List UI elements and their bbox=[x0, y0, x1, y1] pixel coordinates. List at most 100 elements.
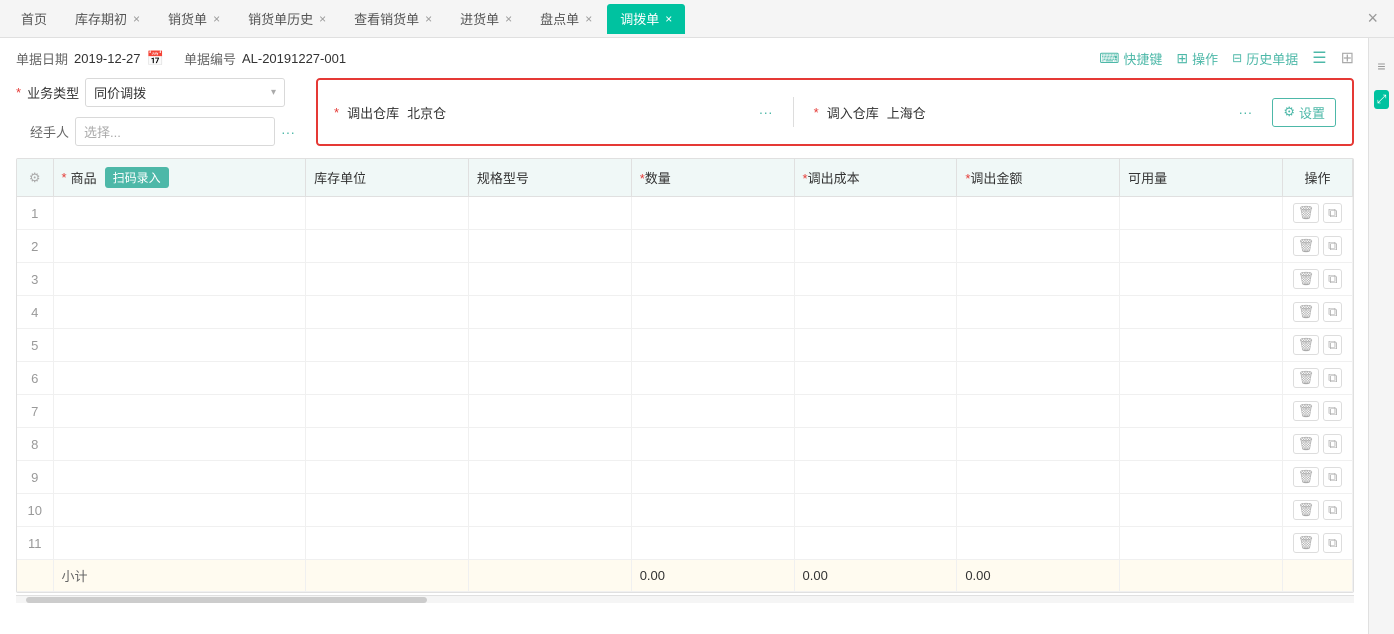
table-row: 5 🗑⧉ bbox=[17, 329, 1353, 362]
business-type-select[interactable]: 同价调拨 ▾ bbox=[85, 78, 285, 107]
copy-icon[interactable]: ⧉ bbox=[1323, 500, 1342, 520]
transfer-in-more-icon[interactable]: ··· bbox=[1238, 104, 1252, 120]
doc-number-value: AL-20191227-001 bbox=[242, 51, 346, 66]
tab-sales-history-close[interactable]: × bbox=[319, 13, 326, 25]
tab-sales-order-close[interactable]: × bbox=[213, 13, 220, 25]
tab-inventory-init-label: 库存期初 bbox=[75, 9, 127, 28]
copy-icon[interactable]: ⧉ bbox=[1323, 533, 1342, 553]
settings-button[interactable]: ⚙ 设置 bbox=[1272, 98, 1336, 127]
col-available: 可用量 bbox=[1120, 159, 1283, 197]
delete-icon[interactable]: 🗑 bbox=[1293, 269, 1320, 289]
transfer-in-label: 调入仓库 bbox=[827, 103, 879, 122]
date-field: 单据日期 2019-12-27 📅 bbox=[16, 49, 164, 68]
transfer-out-more-icon[interactable]: ··· bbox=[759, 104, 773, 120]
delete-icon[interactable]: 🗑 bbox=[1293, 302, 1320, 322]
tab-sales-history[interactable]: 销货单历史 × bbox=[235, 4, 339, 34]
tab-transfer-label: 调拨单 bbox=[620, 9, 659, 28]
copy-icon[interactable]: ⧉ bbox=[1323, 302, 1342, 322]
layout-toggle-1[interactable]: ☰ bbox=[1312, 48, 1326, 68]
product-required-mark: * bbox=[62, 170, 67, 185]
doc-number-label: 单据编号 bbox=[184, 49, 236, 68]
handler-placeholder: 选择... bbox=[84, 122, 121, 141]
right-sidebar: ≡ ⤢ bbox=[1368, 38, 1394, 634]
business-type-label: 业务类型 bbox=[27, 83, 79, 102]
history-label: 历史单据 bbox=[1246, 49, 1298, 68]
col-gear[interactable]: ⚙ bbox=[17, 159, 53, 197]
transfer-in-field: * 调入仓库 上海仓 ··· bbox=[814, 103, 1253, 122]
copy-icon[interactable]: ⧉ bbox=[1323, 401, 1342, 421]
transfer-out-value[interactable]: 北京仓 bbox=[407, 103, 751, 122]
delete-icon[interactable]: 🗑 bbox=[1293, 368, 1320, 388]
handler-more-icon[interactable]: ··· bbox=[281, 124, 295, 140]
delete-icon[interactable]: 🗑 bbox=[1293, 533, 1320, 553]
grid-icon: ⊞ bbox=[1176, 50, 1188, 67]
sidebar-list-icon[interactable]: ≡ bbox=[1377, 58, 1385, 74]
scan-button[interactable]: 扫码录入 bbox=[105, 167, 169, 188]
table-row: 11 🗑⧉ bbox=[17, 527, 1353, 560]
delete-icon[interactable]: 🗑 bbox=[1293, 500, 1320, 520]
handler-label: 经手人 bbox=[30, 122, 69, 141]
tab-sales-order[interactable]: 销货单 × bbox=[155, 4, 233, 34]
business-type-value: 同价调拨 bbox=[94, 83, 146, 102]
calendar-icon[interactable]: 📅 bbox=[147, 50, 164, 67]
tab-purchase-order[interactable]: 进货单 × bbox=[447, 4, 525, 34]
copy-icon[interactable]: ⧉ bbox=[1323, 335, 1342, 355]
delete-icon[interactable]: 🗑 bbox=[1293, 401, 1320, 421]
delete-icon[interactable]: 🗑 bbox=[1293, 467, 1320, 487]
col-product: * 商品 扫码录入 bbox=[53, 159, 306, 197]
delete-icon[interactable]: 🗑 bbox=[1293, 434, 1320, 454]
tab-purchase-order-label: 进货单 bbox=[460, 9, 499, 28]
transfer-in-value[interactable]: 上海仓 bbox=[887, 103, 1231, 122]
col-amount: *调出金额 bbox=[957, 159, 1120, 197]
tab-sales-history-label: 销货单历史 bbox=[248, 9, 313, 28]
table-row: 2 🗑⧉ bbox=[17, 230, 1353, 263]
warehouse-divider bbox=[793, 97, 794, 127]
table-row: 4 🗑⧉ bbox=[17, 296, 1353, 329]
tab-sales-order-label: 销货单 bbox=[168, 9, 207, 28]
col-spec: 规格型号 bbox=[468, 159, 631, 197]
col-ops: 操作 bbox=[1283, 159, 1353, 197]
tab-inventory-init[interactable]: 库存期初 × bbox=[62, 4, 153, 34]
tab-view-sales-label: 查看销货单 bbox=[354, 9, 419, 28]
tab-home[interactable]: 首页 bbox=[8, 4, 60, 34]
delete-icon[interactable]: 🗑 bbox=[1293, 236, 1320, 256]
table-gear-icon[interactable]: ⚙ bbox=[29, 170, 41, 185]
table-row: 9 🗑⧉ bbox=[17, 461, 1353, 494]
horizontal-scrollbar[interactable] bbox=[16, 595, 1354, 603]
tab-inventory-check[interactable]: 盘点单 × bbox=[527, 4, 605, 34]
copy-icon[interactable]: ⧉ bbox=[1323, 203, 1342, 223]
tab-home-label: 首页 bbox=[21, 9, 47, 28]
copy-icon[interactable]: ⧉ bbox=[1323, 269, 1342, 289]
tab-inventory-init-close[interactable]: × bbox=[133, 13, 140, 25]
tab-view-sales[interactable]: 查看销货单 × bbox=[341, 4, 445, 34]
shortcuts-btn[interactable]: ⌨ 快捷键 bbox=[1099, 49, 1162, 68]
col-product-label: 商品 bbox=[71, 168, 97, 187]
business-type-field: * 业务类型 同价调拨 ▾ bbox=[16, 78, 296, 107]
layout-toggle-2[interactable]: ⊞ bbox=[1341, 48, 1354, 68]
tab-inventory-check-close[interactable]: × bbox=[585, 13, 592, 25]
tab-purchase-order-close[interactable]: × bbox=[505, 13, 512, 25]
subtotal-amount: 0.00 bbox=[957, 560, 1120, 592]
operations-btn[interactable]: ⊞ 操作 bbox=[1176, 49, 1218, 68]
window-close-button[interactable]: × bbox=[1359, 8, 1386, 29]
copy-icon[interactable]: ⧉ bbox=[1323, 236, 1342, 256]
sidebar-expand-icon[interactable]: ⤢ bbox=[1374, 90, 1390, 109]
delete-icon[interactable]: 🗑 bbox=[1293, 203, 1320, 223]
date-value[interactable]: 2019-12-27 bbox=[74, 51, 141, 66]
form-header: 单据日期 2019-12-27 📅 单据编号 AL-20191227-001 ⌨… bbox=[16, 48, 1354, 68]
copy-icon[interactable]: ⧉ bbox=[1323, 434, 1342, 454]
tab-transfer[interactable]: 调拨单 × bbox=[607, 4, 685, 34]
tab-transfer-close[interactable]: × bbox=[665, 13, 672, 25]
doc-number-field: 单据编号 AL-20191227-001 bbox=[184, 49, 346, 68]
gear-icon: ⚙ bbox=[1283, 104, 1295, 120]
handler-select[interactable]: 选择... bbox=[75, 117, 275, 146]
date-label: 单据日期 bbox=[16, 49, 68, 68]
copy-icon[interactable]: ⧉ bbox=[1323, 467, 1342, 487]
history-btn[interactable]: ⊟ 历史单据 bbox=[1232, 49, 1298, 68]
business-type-required: * bbox=[16, 85, 21, 100]
tab-view-sales-close[interactable]: × bbox=[425, 13, 432, 25]
table-row: 1 🗑 ⧉ bbox=[17, 197, 1353, 230]
delete-icon[interactable]: 🗑 bbox=[1293, 335, 1320, 355]
history-icon: ⊟ bbox=[1232, 51, 1242, 65]
copy-icon[interactable]: ⧉ bbox=[1323, 368, 1342, 388]
